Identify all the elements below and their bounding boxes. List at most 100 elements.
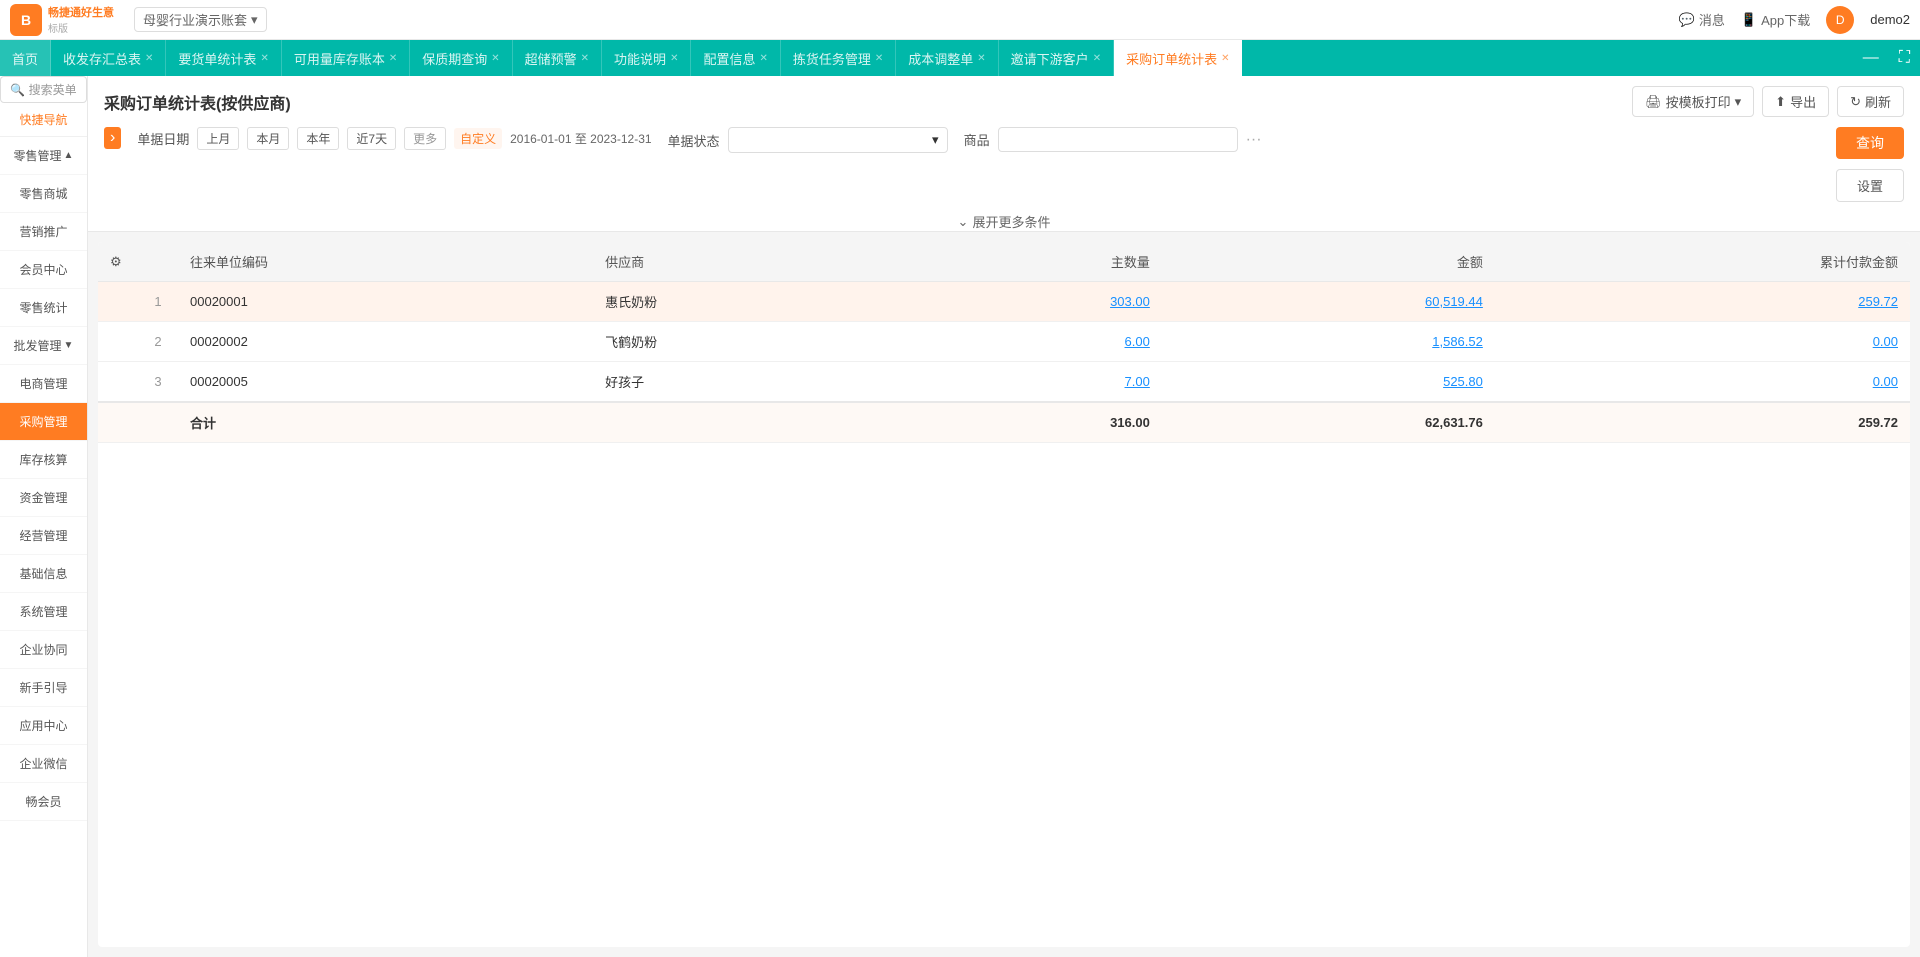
tab-close-icon[interactable]: ✕ — [1221, 53, 1229, 64]
minimize-tab-icon[interactable]: — — [1853, 49, 1889, 67]
row-main-qty[interactable]: 303.00 — [902, 282, 1161, 322]
sidebar-item-retail-mall[interactable]: 零售商城 — [0, 175, 87, 213]
tab-close-icon[interactable]: ✕ — [260, 53, 268, 64]
sidebar-item-operations-mgmt[interactable]: 经营管理 — [0, 517, 87, 555]
tab-close-icon[interactable]: ✕ — [389, 53, 397, 64]
sidebar-item-member-center[interactable]: 会员中心 — [0, 251, 87, 289]
logo-text: 畅捷通好生意 标版 — [48, 4, 114, 35]
sidebar-item-app-center[interactable]: 应用中心 — [0, 707, 87, 745]
tab-invite-downstream[interactable]: 邀请下游客户 ✕ — [999, 40, 1114, 76]
date-btn-this-year[interactable]: 本年 — [297, 127, 339, 150]
tab-expiry-query[interactable]: 保质期查询 ✕ — [410, 40, 512, 76]
expand-more-button[interactable]: ⌄ 展开更多条件 — [104, 206, 1904, 231]
sidebar-item-wholesale-mgmt[interactable]: 批发管理 ▼ — [0, 327, 87, 365]
tab-close-icon[interactable]: ✕ — [670, 53, 678, 64]
sidebar-item-enterprise-wechat[interactable]: 企业微信 — [0, 745, 87, 783]
row-cumulative-payment[interactable]: 0.00 — [1495, 322, 1910, 362]
chevron-icon: ▲ — [64, 150, 74, 161]
col-settings[interactable]: ⚙ — [98, 242, 138, 282]
tab-close-icon[interactable]: ✕ — [581, 53, 589, 64]
row-settings-icon[interactable] — [98, 282, 138, 322]
sidebar-item-ecommerce-mgmt[interactable]: 电商管理 — [0, 365, 87, 403]
tab-order-stats[interactable]: 要货单统计表 ✕ — [166, 40, 281, 76]
row-amount[interactable]: 1,586.52 — [1162, 322, 1495, 362]
row-cumulative-payment[interactable]: 0.00 — [1495, 362, 1910, 403]
search-menu-button[interactable]: 🔍 搜索英单 — [0, 76, 87, 103]
sidebar-item-enterprise-collab[interactable]: 企业协同 — [0, 631, 87, 669]
tab-pickup-task[interactable]: 拣货任务管理 ✕ — [781, 40, 896, 76]
message-button[interactable]: 💬 消息 — [1679, 10, 1725, 29]
tab-close-icon[interactable]: ✕ — [759, 53, 767, 64]
template-print-button[interactable]: 🖨 按模板打印 ▾ — [1632, 86, 1754, 117]
sidebar-item-system-mgmt[interactable]: 系统管理 — [0, 593, 87, 631]
tab-home[interactable]: 首页 — [0, 40, 51, 76]
printer-icon: 🖨 — [1645, 94, 1662, 110]
tab-close-icon[interactable]: ✕ — [491, 53, 499, 64]
quick-nav-button[interactable]: 快捷导航 — [0, 103, 87, 137]
date-btn-this-month[interactable]: 本月 — [247, 127, 289, 150]
sidebar-item-capital-mgmt[interactable]: 资金管理 — [0, 479, 87, 517]
sidebar-item-retail-stats[interactable]: 零售统计 — [0, 289, 87, 327]
tab-close-icon[interactable]: ✕ — [1093, 53, 1101, 64]
tab-cost-adjust[interactable]: 成本调整单 ✕ — [896, 40, 998, 76]
footer-amount: 62,631.76 — [1162, 402, 1495, 443]
sidebar-item-retail-mgmt[interactable]: 零售管理 ▲ — [0, 137, 87, 175]
workspace-selector[interactable]: 母婴行业演示账套 ▾ — [134, 7, 267, 32]
tab-close-icon[interactable]: ✕ — [875, 53, 883, 64]
row-supplier-name: 惠氏奶粉 — [593, 282, 902, 322]
table-row[interactable]: 2 00020002 飞鹤奶粉 6.00 1,586.52 0.00 — [98, 322, 1910, 362]
goods-filter-label: 商品 — [964, 130, 990, 149]
tab-overstock-alert[interactable]: 超储预警 ✕ — [513, 40, 602, 76]
sidebar-item-new-guide[interactable]: 新手引导 — [0, 669, 87, 707]
table-row[interactable]: 1 00020001 惠氏奶粉 303.00 60,519.44 259.72 — [98, 282, 1910, 322]
row-main-qty[interactable]: 7.00 — [902, 362, 1161, 403]
date-btn-7days[interactable]: 近7天 — [347, 127, 396, 150]
logo-area: B 畅捷通好生意 标版 — [10, 4, 114, 36]
goods-input[interactable] — [998, 127, 1238, 152]
row-amount[interactable]: 60,519.44 — [1162, 282, 1495, 322]
tab-available-stock[interactable]: 可用量库存账本 ✕ — [282, 40, 410, 76]
nav-tabs: 首页 收发存汇总表 ✕ 要货单统计表 ✕ 可用量库存账本 ✕ 保质期查询 ✕ 超… — [0, 40, 1920, 76]
tab-func-desc[interactable]: 功能说明 ✕ — [602, 40, 691, 76]
sidebar-item-basic-info[interactable]: 基础信息 — [0, 555, 87, 593]
row-supplier-code: 00020002 — [178, 322, 593, 362]
refresh-icon: ↻ — [1850, 94, 1861, 110]
row-index: 3 — [138, 362, 178, 403]
row-cumulative-payment[interactable]: 259.72 — [1495, 282, 1910, 322]
sidebar-item-inventory-check[interactable]: 库存核算 — [0, 441, 87, 479]
sidebar: 🔍 搜索英单 快捷导航 零售管理 ▲ 零售商城 营销推广 会员中心 零售统计 批… — [0, 76, 88, 957]
row-main-qty[interactable]: 6.00 — [902, 322, 1161, 362]
search-icon: 🔍 — [10, 83, 25, 97]
date-btn-last-month[interactable]: 上月 — [197, 127, 239, 150]
row-amount[interactable]: 525.80 — [1162, 362, 1495, 403]
tab-close-icon[interactable]: ✕ — [145, 53, 153, 64]
sidebar-item-member[interactable]: 畅会员 — [0, 783, 87, 821]
settings-button[interactable]: 设置 — [1836, 169, 1904, 202]
collapse-icon[interactable]: › — [104, 127, 121, 149]
export-button[interactable]: ⬆ 导出 — [1762, 86, 1829, 117]
tab-purchase-stats[interactable]: 采购订单统计表 ✕ — [1114, 40, 1242, 76]
more-fields-icon[interactable]: ··· — [1246, 131, 1262, 149]
avatar[interactable]: D — [1826, 6, 1854, 34]
date-btn-more[interactable]: 更多 — [404, 127, 446, 150]
status-select[interactable]: ▾ — [728, 127, 948, 153]
query-button[interactable]: 查询 — [1836, 127, 1904, 159]
collapse-toggle[interactable]: › — [104, 127, 121, 149]
col-main-qty: 主数量 — [902, 242, 1161, 282]
row-index: 1 — [138, 282, 178, 322]
tab-close-icon[interactable]: ✕ — [977, 53, 985, 64]
row-settings-icon[interactable] — [98, 362, 138, 403]
sidebar-item-purchase-mgmt[interactable]: 采购管理 — [0, 403, 87, 441]
maximize-tab-icon[interactable]: ⛶ — [1889, 49, 1920, 67]
col-supplier-code: 往来单位编码 — [178, 242, 593, 282]
app-download-button[interactable]: 📱 App下载 — [1741, 10, 1810, 29]
main-layout: 🔍 搜索英单 快捷导航 零售管理 ▲ 零售商城 营销推广 会员中心 零售统计 批… — [0, 76, 1920, 957]
tab-collect-pay[interactable]: 收发存汇总表 ✕ — [51, 40, 166, 76]
refresh-button[interactable]: ↻ 刷新 — [1837, 86, 1904, 117]
table-row[interactable]: 3 00020005 好孩子 7.00 525.80 0.00 — [98, 362, 1910, 403]
tab-config-info[interactable]: 配置信息 ✕ — [691, 40, 780, 76]
content-area: 采购订单统计表(按供应商) 🖨 按模板打印 ▾ ⬆ 导出 ↻ 刷新 — [88, 76, 1920, 957]
logo-icon: B — [10, 4, 42, 36]
row-settings-icon[interactable] — [98, 322, 138, 362]
sidebar-item-marketing[interactable]: 营销推广 — [0, 213, 87, 251]
